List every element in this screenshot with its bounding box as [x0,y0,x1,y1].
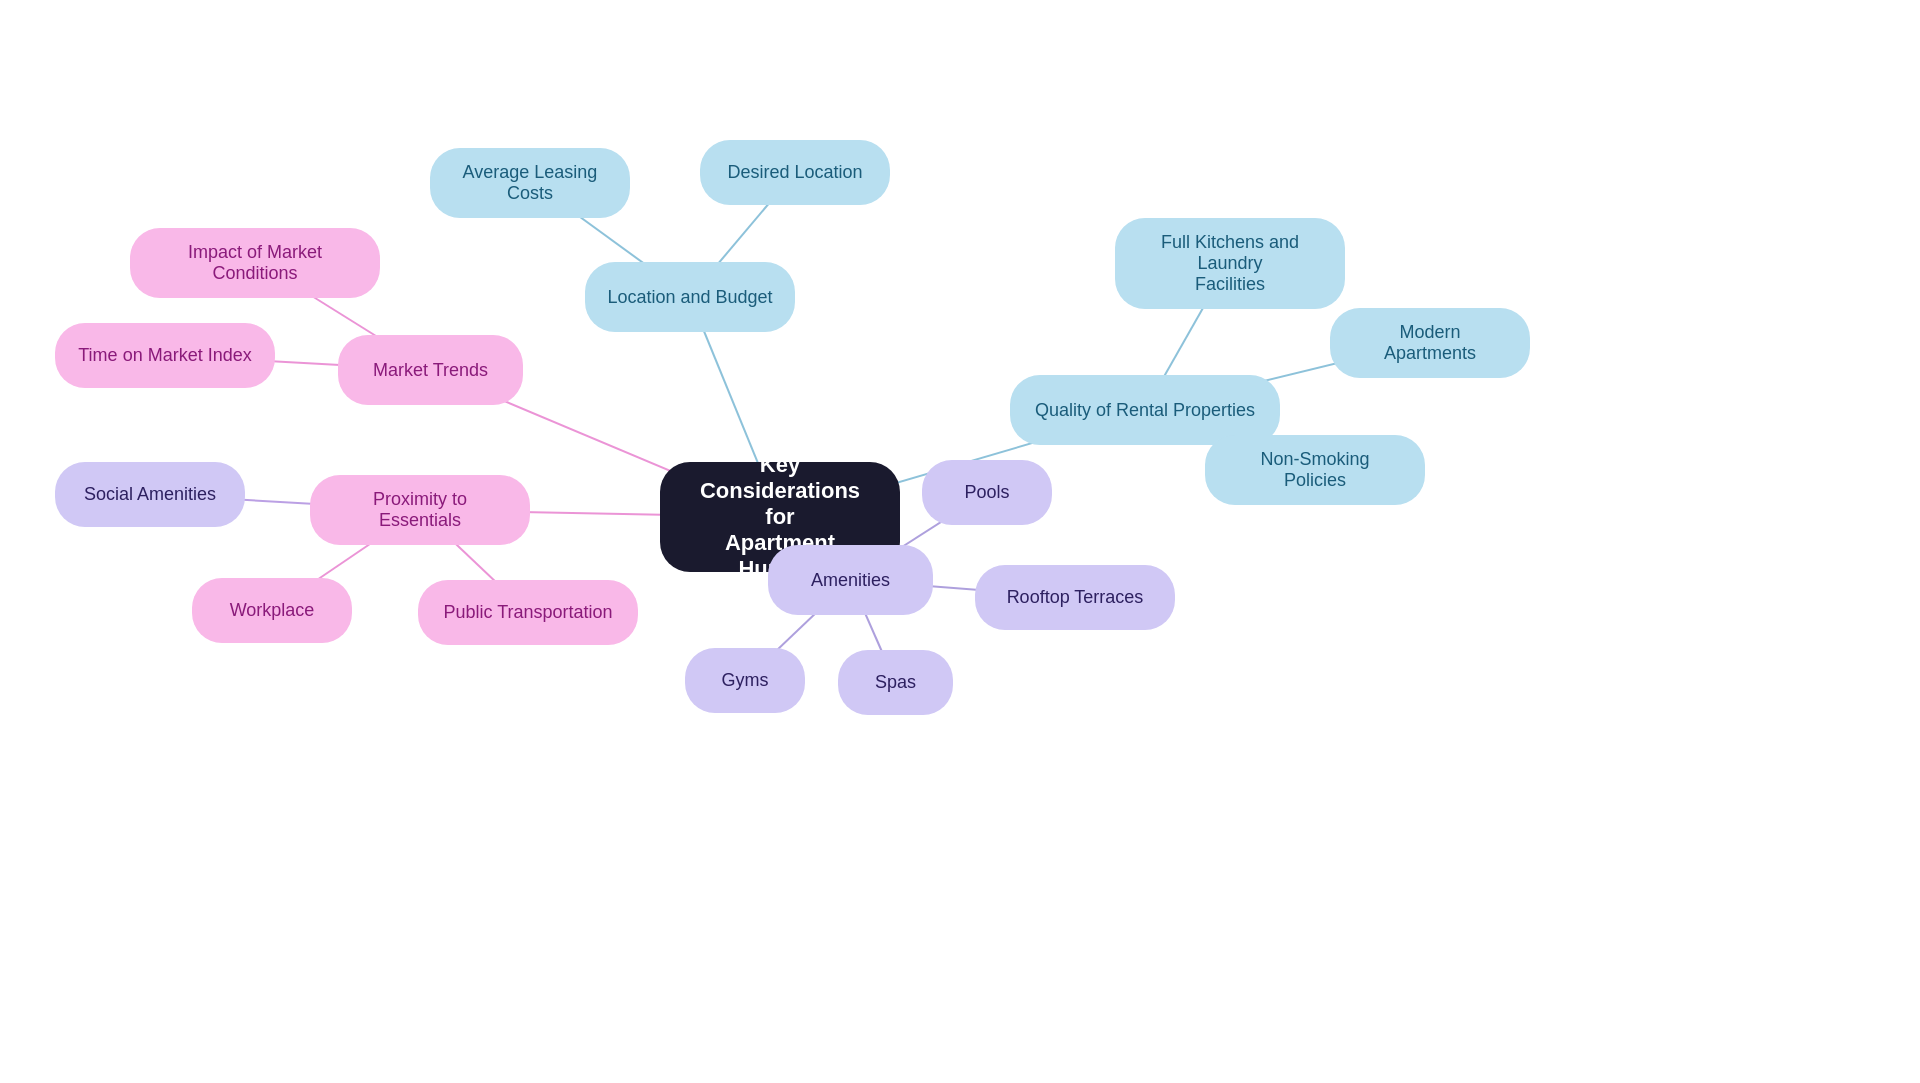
node-impact_market[interactable]: Impact of Market Conditions [130,228,380,298]
connections-svg [0,0,1920,1083]
node-amenities[interactable]: Amenities [768,545,933,615]
node-modern_apartments[interactable]: Modern Apartments [1330,308,1530,378]
node-gyms[interactable]: Gyms [685,648,805,713]
node-average_leasing[interactable]: Average Leasing Costs [430,148,630,218]
node-market_trends[interactable]: Market Trends [338,335,523,405]
node-location_budget[interactable]: Location and Budget [585,262,795,332]
node-social_amenities[interactable]: Social Amenities [55,462,245,527]
mindmap-container: Key Considerations forApartment HuntingL… [0,0,1920,1083]
node-desired_location[interactable]: Desired Location [700,140,890,205]
node-time_market[interactable]: Time on Market Index [55,323,275,388]
node-spas[interactable]: Spas [838,650,953,715]
node-rooftop[interactable]: Rooftop Terraces [975,565,1175,630]
node-full_kitchens[interactable]: Full Kitchens and LaundryFacilities [1115,218,1345,309]
node-non_smoking[interactable]: Non-Smoking Policies [1205,435,1425,505]
node-proximity[interactable]: Proximity to Essentials [310,475,530,545]
node-pools[interactable]: Pools [922,460,1052,525]
node-public_transport[interactable]: Public Transportation [418,580,638,645]
node-workplace[interactable]: Workplace [192,578,352,643]
